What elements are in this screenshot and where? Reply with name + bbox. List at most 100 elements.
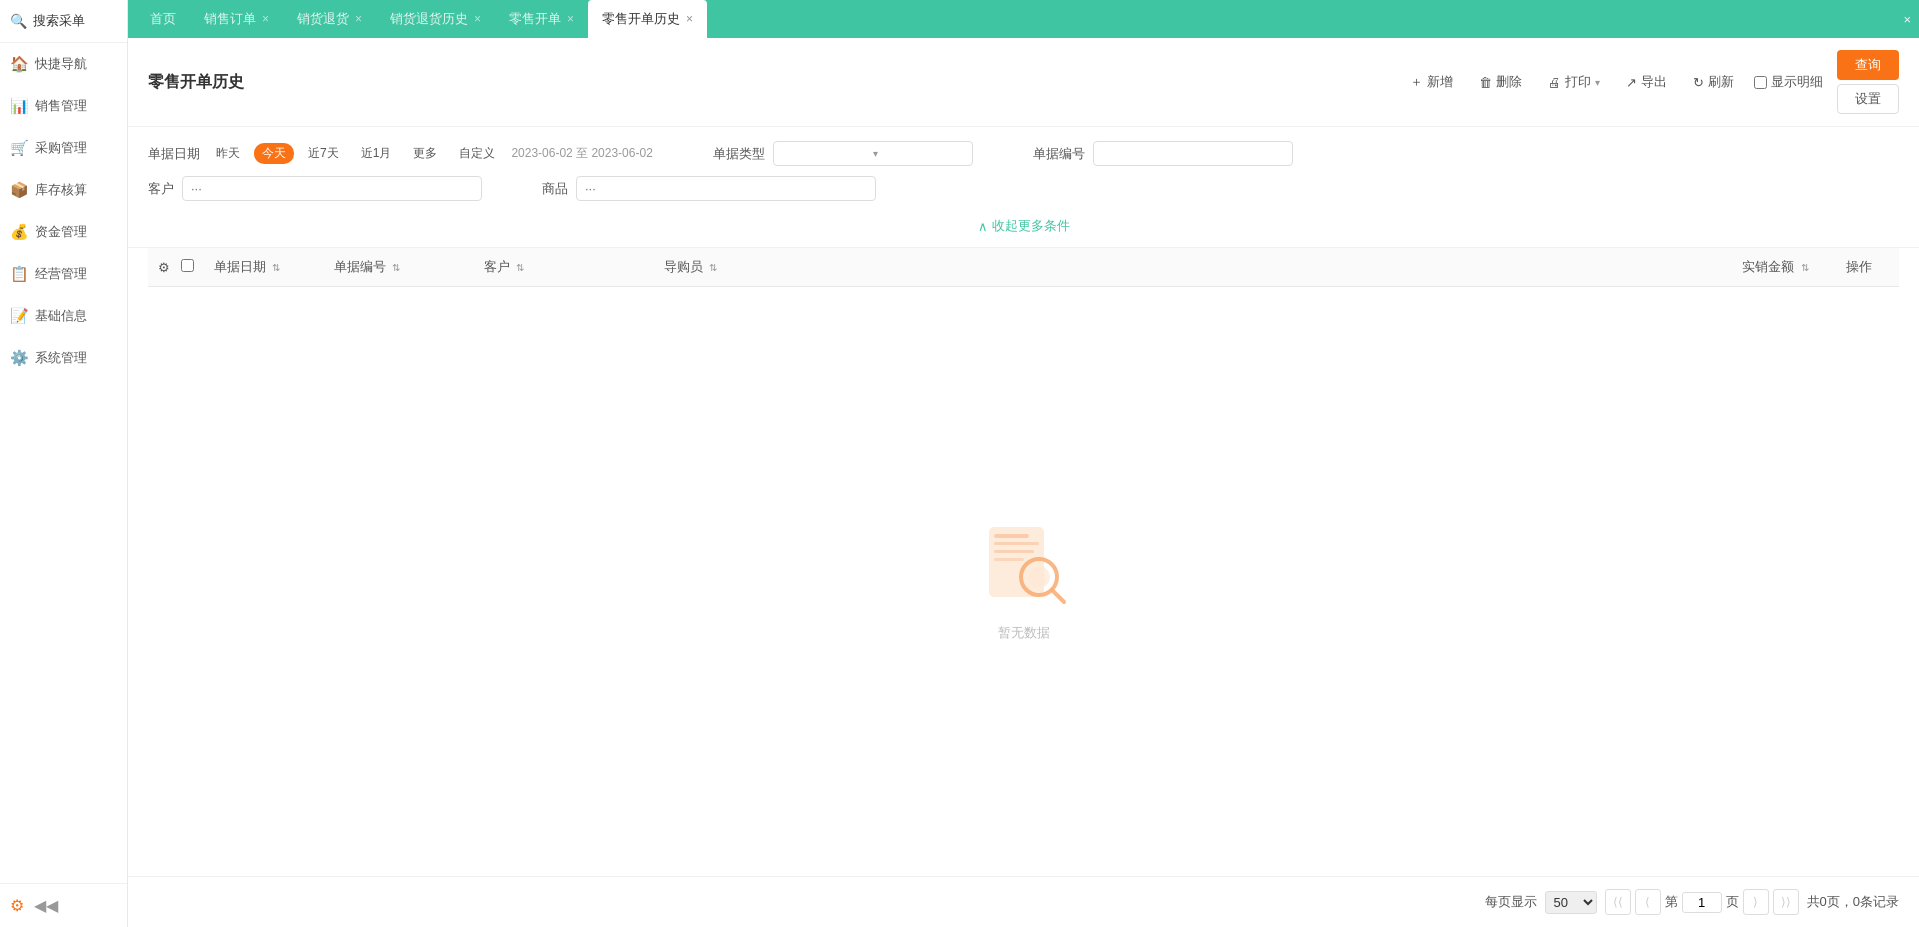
th-settings: ⚙ <box>148 248 204 287</box>
export-button[interactable]: ↗ 导出 <box>1620 69 1673 95</box>
sidebar-item-label: 基础信息 <box>35 307 87 325</box>
close-window-btn[interactable]: × <box>1903 12 1911 27</box>
next-page-btn[interactable]: ⟩ <box>1743 889 1769 915</box>
doc-type-filter-group: 单据类型 ▾ <box>713 141 973 166</box>
pagination-nav: ⟨⟨ ⟨ 第 页 ⟩ ⟩⟩ <box>1605 889 1799 915</box>
query-button[interactable]: 查询 <box>1837 50 1899 80</box>
date-opt-yesterday[interactable]: 昨天 <box>208 143 248 164</box>
sidebar-item-basic-info[interactable]: 📝 基础信息 <box>0 295 127 337</box>
col-customer-label: 客户 <box>484 259 510 274</box>
doc-type-label: 单据类型 <box>713 145 765 163</box>
collapse-text: 收起更多条件 <box>992 217 1070 235</box>
print-icon: 🖨 <box>1548 75 1561 90</box>
doc-type-select[interactable]: ▾ <box>773 141 973 166</box>
col-amount-label: 实销金额 <box>1742 259 1794 274</box>
svg-rect-1 <box>994 534 1029 538</box>
tab-bar: 首页 销售订单 × 销货退货 × 销货退货历史 × 零售开单 × 零售开单历史 … <box>128 0 1919 38</box>
th-amount[interactable]: 实销金额 ⇅ <box>1719 248 1819 287</box>
detail-checkbox-input[interactable] <box>1754 76 1767 89</box>
tab-label: 销货退货 <box>297 10 349 28</box>
last-page-btn[interactable]: ⟩⟩ <box>1773 889 1799 915</box>
customer-input[interactable] <box>191 181 473 196</box>
svg-rect-2 <box>994 542 1039 545</box>
customer-input-wrapper <box>182 176 482 201</box>
sidebar-item-label: 资金管理 <box>35 223 87 241</box>
gear-icon: ⚙️ <box>10 349 29 367</box>
refresh-button[interactable]: ↻ 刷新 <box>1687 69 1740 95</box>
table-area: ⚙ 单据日期 ⇅ 单据编号 ⇅ <box>128 248 1919 876</box>
first-page-btn[interactable]: ⟨⟨ <box>1605 889 1631 915</box>
add-button[interactable]: ＋ 新增 <box>1404 69 1459 95</box>
tab-label: 零售开单 <box>509 10 561 28</box>
th-date[interactable]: 单据日期 ⇅ <box>204 248 324 287</box>
tab-retail-open[interactable]: 零售开单 × <box>495 0 588 38</box>
collapse-more-btn[interactable]: ∧ 收起更多条件 <box>148 211 1899 239</box>
col-actions-label: 操作 <box>1846 259 1872 274</box>
date-opt-custom[interactable]: 自定义 <box>451 143 503 164</box>
per-page-select[interactable]: 50 10 20 100 <box>1545 891 1597 914</box>
th-number[interactable]: 单据编号 ⇅ <box>324 248 474 287</box>
col-number-label: 单据编号 <box>334 259 386 274</box>
page-number-input[interactable] <box>1682 892 1722 913</box>
tab-close-icon[interactable]: × <box>686 12 693 26</box>
tab-retail-open-history[interactable]: 零售开单历史 × <box>588 0 707 38</box>
tab-home[interactable]: 首页 <box>136 0 190 38</box>
select-all-checkbox[interactable] <box>181 259 194 272</box>
sidebar-item-sales-mgmt[interactable]: 📊 销售管理 <box>0 85 127 127</box>
delete-button[interactable]: 🗑 删除 <box>1473 69 1528 95</box>
date-opt-today[interactable]: 今天 <box>254 143 294 164</box>
settings-icon[interactable]: ⚙ <box>10 896 24 915</box>
table-settings-icon[interactable]: ⚙ <box>158 260 170 275</box>
th-customer[interactable]: 客户 ⇅ <box>474 248 654 287</box>
sidebar-item-system-mgmt[interactable]: ⚙️ 系统管理 <box>0 337 127 379</box>
date-opt-week[interactable]: 近7天 <box>300 143 347 164</box>
th-salesperson[interactable]: 导购员 ⇅ <box>654 248 774 287</box>
tab-close-icon[interactable]: × <box>567 12 574 26</box>
toolbar: ＋ 新增 🗑 删除 🖨 打印 ▾ ↗ 导出 ↻ 刷新 <box>1404 50 1899 114</box>
sidebar-item-operations[interactable]: 📋 经营管理 <box>0 253 127 295</box>
date-range-display: 2023-06-02 至 2023-06-02 <box>511 145 652 162</box>
tab-close-icon[interactable]: × <box>474 12 481 26</box>
doc-number-input[interactable] <box>1102 146 1262 161</box>
tab-close-icon[interactable]: × <box>355 12 362 26</box>
customer-label: 客户 <box>148 180 174 198</box>
goods-input[interactable] <box>585 181 867 196</box>
empty-icon <box>974 522 1074 612</box>
svg-point-6 <box>1028 566 1050 588</box>
collapse-sidebar-icon[interactable]: ◀◀ <box>34 896 58 915</box>
tab-close-icon[interactable]: × <box>262 12 269 26</box>
sidebar-item-quick-nav[interactable]: 🏠 快捷导航 <box>0 43 127 85</box>
sidebar-item-purchase-mgmt[interactable]: 🛒 采购管理 <box>0 127 127 169</box>
date-opt-more[interactable]: 更多 <box>405 143 445 164</box>
sort-icon: ⇅ <box>1801 262 1809 273</box>
filter-row-1: 单据日期 昨天 今天 近7天 近1月 更多 自定义 2023-06-02 至 2… <box>148 141 1899 166</box>
date-options: 昨天 今天 近7天 近1月 更多 自定义 <box>208 143 503 164</box>
date-opt-month[interactable]: 近1月 <box>353 143 400 164</box>
sidebar-item-inventory[interactable]: 📦 库存核算 <box>0 169 127 211</box>
sidebar: 🔍 搜索采单 🏠 快捷导航 📊 销售管理 🛒 采购管理 📦 库存核算 💰 资金管… <box>0 0 128 927</box>
tab-sales-order[interactable]: 销售订单 × <box>190 0 283 38</box>
doc-number-label: 单据编号 <box>1033 145 1085 163</box>
tab-sales-return[interactable]: 销货退货 × <box>283 0 376 38</box>
display-detail-checkbox[interactable]: 显示明细 <box>1754 73 1823 91</box>
page-title: 零售开单历史 <box>148 72 1404 93</box>
sidebar-search[interactable]: 🔍 搜索采单 <box>0 0 127 43</box>
th-actions: 操作 <box>1819 248 1899 287</box>
per-page-label: 每页显示 <box>1485 893 1537 911</box>
sidebar-nav: 🏠 快捷导航 📊 销售管理 🛒 采购管理 📦 库存核算 💰 资金管理 📋 经营管… <box>0 43 127 883</box>
pagination: 每页显示 50 10 20 100 ⟨⟨ ⟨ 第 页 ⟩ ⟩⟩ 共0页，0条记录 <box>128 876 1919 927</box>
page-label: 第 <box>1665 893 1678 911</box>
sidebar-item-finance[interactable]: 💰 资金管理 <box>0 211 127 253</box>
svg-rect-4 <box>994 558 1024 561</box>
settings-button[interactable]: 设置 <box>1837 84 1899 114</box>
prev-page-btn[interactable]: ⟨ <box>1635 889 1661 915</box>
sidebar-item-label: 销售管理 <box>35 97 87 115</box>
sort-icon: ⇅ <box>272 262 280 273</box>
sidebar-item-label: 经营管理 <box>35 265 87 283</box>
tab-sales-return-history[interactable]: 销货退货历史 × <box>376 0 495 38</box>
print-button[interactable]: 🖨 打印 ▾ <box>1542 69 1606 95</box>
export-label: 导出 <box>1641 73 1667 91</box>
svg-line-7 <box>1052 590 1064 602</box>
customer-filter-group: 客户 <box>148 176 482 201</box>
refresh-label: 刷新 <box>1708 73 1734 91</box>
